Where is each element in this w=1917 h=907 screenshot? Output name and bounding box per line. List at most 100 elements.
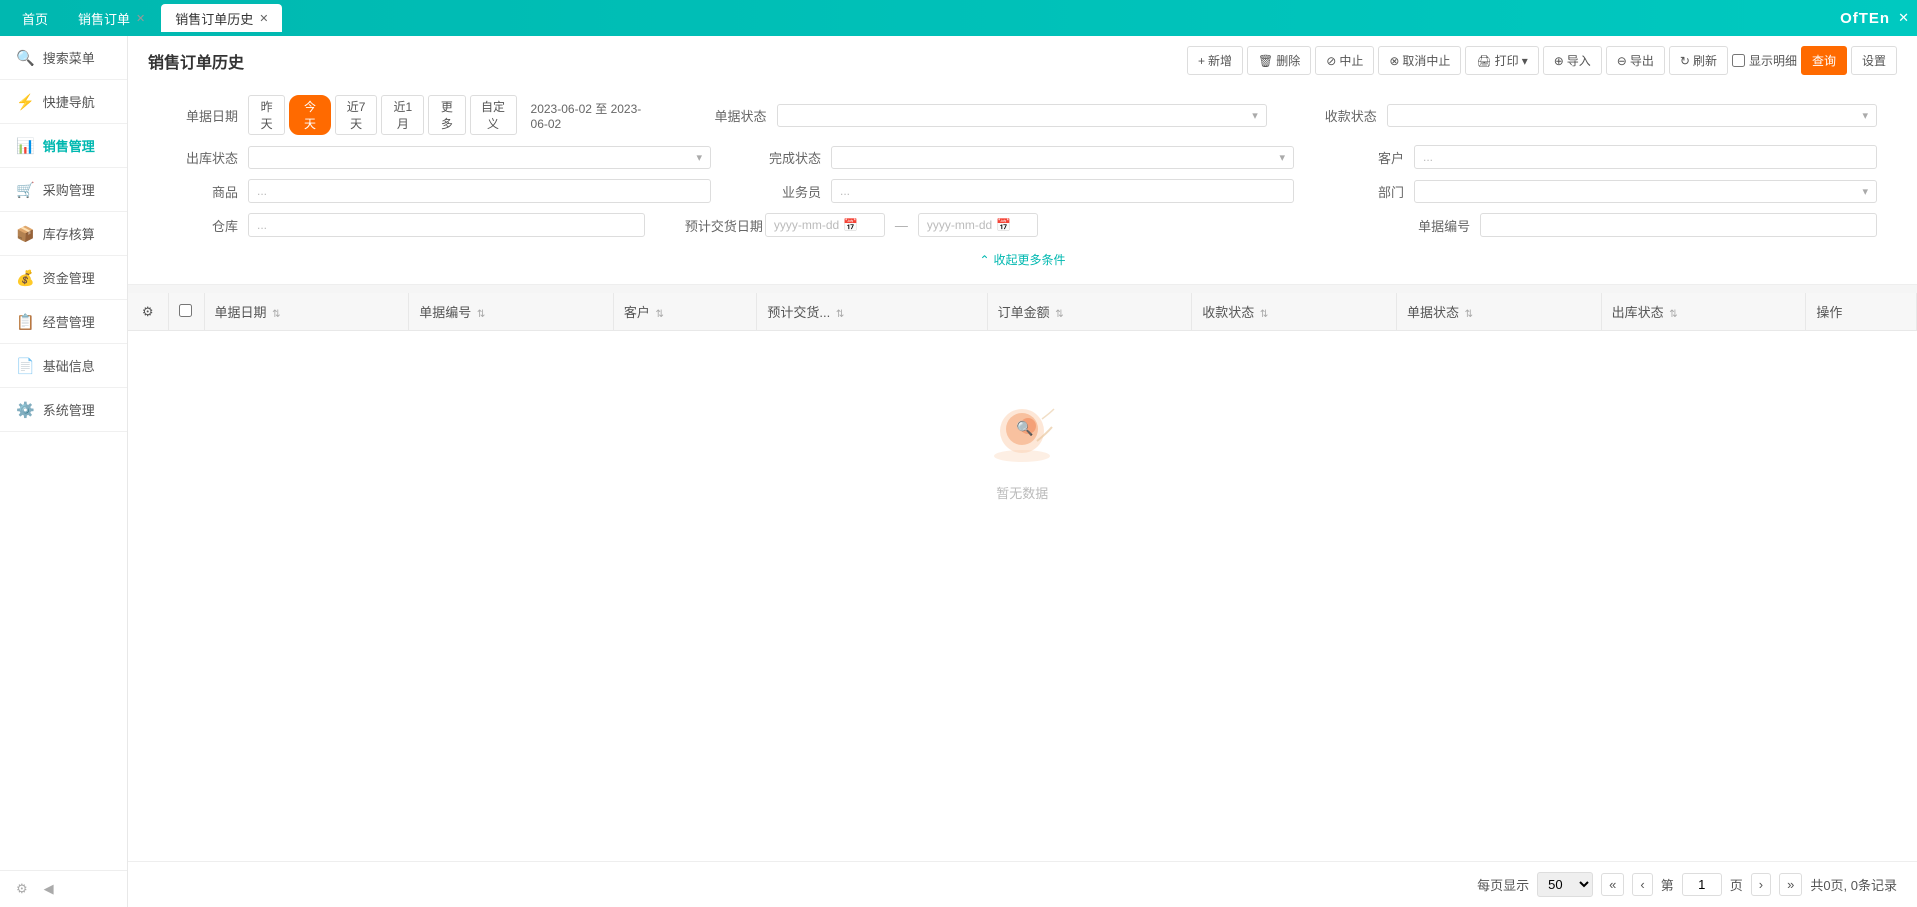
- date-btn-yesterday[interactable]: 昨天: [248, 95, 285, 135]
- export-icon: ⊖: [1617, 54, 1627, 68]
- sidebar-item-operations-label: 经营管理: [43, 312, 95, 331]
- sidebar-item-finance[interactable]: 💰 资金管理: [0, 256, 127, 300]
- prev-page-button[interactable]: ‹: [1632, 873, 1652, 896]
- tab-sales-order[interactable]: 销售订单 ✕: [64, 4, 159, 32]
- main-layout: 🔍 搜索菜单 ⚡ 快捷导航 📊 销售管理 🛒 采购管理 📦 库存核算 💰 资金管…: [0, 36, 1917, 907]
- th-checkbox[interactable]: [168, 293, 204, 331]
- payment-status-label: 收款状态: [1307, 106, 1387, 125]
- ship-status-arrow-icon: ▾: [696, 151, 702, 164]
- th-customer[interactable]: 客户 ⇅: [613, 293, 757, 331]
- date-btn-custom[interactable]: 自定义: [470, 95, 517, 135]
- sidebar-item-operations[interactable]: 📋 经营管理: [0, 300, 127, 344]
- next-page-button[interactable]: ›: [1751, 873, 1771, 896]
- dept-select[interactable]: ▾: [1414, 180, 1877, 203]
- date-btn-7days[interactable]: 近7天: [335, 95, 378, 135]
- complete-status-select[interactable]: ▾: [831, 146, 1294, 169]
- empty-illustration: 🔍: [982, 391, 1062, 471]
- query-button[interactable]: 查询: [1801, 46, 1847, 75]
- sidebar-item-sales[interactable]: 📊 销售管理: [0, 124, 127, 168]
- calendar-start-icon: 📅: [843, 218, 858, 232]
- sort-doc-status-icon: ⇅: [1465, 309, 1473, 320]
- sidebar-item-system[interactable]: ⚙️ 系统管理: [0, 388, 127, 432]
- ship-status-select[interactable]: ▾: [248, 146, 711, 169]
- doc-status-select[interactable]: ▾: [777, 104, 1267, 127]
- sidebar-item-search[interactable]: 🔍 搜索菜单: [0, 36, 127, 80]
- th-payment-status-label: 收款状态: [1202, 305, 1254, 320]
- page-size-select[interactable]: 50 20 100 200: [1537, 872, 1593, 897]
- th-payment-status[interactable]: 收款状态 ⇅: [1192, 293, 1397, 331]
- first-page-button[interactable]: «: [1601, 873, 1624, 896]
- tab-sales-order-close[interactable]: ✕: [136, 12, 145, 25]
- sort-doc-no-icon: ⇅: [477, 309, 485, 320]
- cancel-stop-button[interactable]: ⊗ 取消中止: [1378, 46, 1461, 75]
- th-doc-no[interactable]: 单据编号 ⇅: [409, 293, 614, 331]
- th-settings[interactable]: ⚙: [128, 293, 168, 331]
- sidebar-settings-icon[interactable]: ⚙: [16, 881, 28, 897]
- tab-sales-history-label: 销售订单历史: [175, 9, 253, 28]
- sidebar-item-inventory[interactable]: 📦 库存核算: [0, 212, 127, 256]
- settings-gear-icon: ⚙: [142, 304, 154, 319]
- import-button[interactable]: ⊕ 导入: [1543, 46, 1602, 75]
- page-prefix: 第: [1661, 875, 1674, 894]
- sidebar-collapse-icon[interactable]: ◀: [44, 881, 54, 897]
- print-icon: 🖨: [1476, 54, 1491, 68]
- sidebar-bottom: ⚙ ◀: [0, 870, 127, 907]
- expected-date-start[interactable]: yyyy-mm-dd 📅: [765, 213, 885, 237]
- topbar-close-icon[interactable]: ✕: [1898, 10, 1909, 26]
- th-expected-delivery[interactable]: 预计交货... ⇅: [757, 293, 987, 331]
- table-wrapper: ⚙ 单据日期 ⇅ 单据编号 ⇅: [128, 293, 1917, 861]
- tab-sales-history[interactable]: 销售订单历史 ✕: [161, 4, 282, 32]
- export-label: 导出: [1630, 52, 1654, 69]
- show-detail-checkbox[interactable]: [1732, 54, 1745, 67]
- page-header: 销售订单历史 + 新增 🗑 删除 ⊘ 中止 ⊗: [128, 36, 1917, 285]
- customer-input[interactable]: ...: [1414, 145, 1877, 169]
- th-doc-date[interactable]: 单据日期 ⇅: [204, 293, 409, 331]
- doc-status-control: ▾: [777, 104, 1267, 127]
- expected-date-label: 预计交货日期: [685, 216, 765, 235]
- tab-sales-history-close[interactable]: ✕: [259, 12, 268, 25]
- th-doc-status[interactable]: 单据状态 ⇅: [1396, 293, 1601, 331]
- settings-button[interactable]: 设置: [1851, 46, 1897, 75]
- date-btn-more[interactable]: 更多: [428, 95, 465, 135]
- doc-no-input[interactable]: [1480, 213, 1877, 237]
- date-start-placeholder: yyyy-mm-dd: [774, 218, 839, 232]
- delete-button[interactable]: 🗑 删除: [1247, 46, 1311, 75]
- show-detail-checkbox-label[interactable]: 显示明细: [1732, 52, 1797, 69]
- expected-date-end[interactable]: yyyy-mm-dd 📅: [918, 213, 1038, 237]
- refresh-icon: ↻: [1680, 54, 1690, 68]
- content-area: 销售订单历史 + 新增 🗑 删除 ⊘ 中止 ⊗: [128, 36, 1917, 907]
- expected-date-control: yyyy-mm-dd 📅 — yyyy-mm-dd 📅: [765, 213, 1360, 237]
- table-header-row: ⚙ 单据日期 ⇅ 单据编号 ⇅: [128, 293, 1917, 331]
- print-label: 打印: [1495, 52, 1519, 69]
- page-number-input[interactable]: [1682, 873, 1722, 896]
- product-input[interactable]: ...: [248, 179, 711, 203]
- collapse-row[interactable]: ⌃ 收起更多条件: [168, 247, 1877, 274]
- brand-logo: OfTEn: [1840, 10, 1890, 27]
- salesperson-input[interactable]: ...: [831, 179, 1294, 203]
- refresh-button[interactable]: ↻ 刷新: [1669, 46, 1728, 75]
- doc-status-label: 单据状态: [697, 106, 777, 125]
- page-title: 销售订单历史: [148, 49, 244, 73]
- sort-payment-status-icon: ⇅: [1260, 309, 1268, 320]
- system-icon: ⚙️: [16, 401, 35, 419]
- stop-button[interactable]: ⊘ 中止: [1315, 46, 1374, 75]
- stop-label: 中止: [1339, 52, 1363, 69]
- warehouse-input[interactable]: ...: [248, 213, 645, 237]
- select-all-checkbox[interactable]: [179, 304, 192, 317]
- sidebar-item-basic-info[interactable]: 📄 基础信息: [0, 344, 127, 388]
- sidebar-item-purchase[interactable]: 🛒 采购管理: [0, 168, 127, 212]
- th-order-amount[interactable]: 订单金额 ⇅: [987, 293, 1192, 331]
- th-ship-status[interactable]: 出库状态 ⇅: [1601, 293, 1806, 331]
- quicknav-icon: ⚡: [16, 93, 35, 111]
- import-label: 导入: [1567, 52, 1591, 69]
- sidebar-item-quicknav[interactable]: ⚡ 快捷导航: [0, 80, 127, 124]
- print-button[interactable]: 🖨 打印 ▾: [1465, 46, 1538, 75]
- export-button[interactable]: ⊖ 导出: [1606, 46, 1665, 75]
- new-button[interactable]: + 新增: [1187, 46, 1243, 75]
- date-btn-today[interactable]: 今天: [289, 95, 330, 135]
- product-placeholder: ...: [257, 184, 267, 198]
- payment-status-select[interactable]: ▾: [1387, 104, 1877, 127]
- tab-home[interactable]: 首页: [8, 4, 62, 32]
- date-btn-1month[interactable]: 近1月: [381, 95, 424, 135]
- last-page-button[interactable]: »: [1779, 873, 1802, 896]
